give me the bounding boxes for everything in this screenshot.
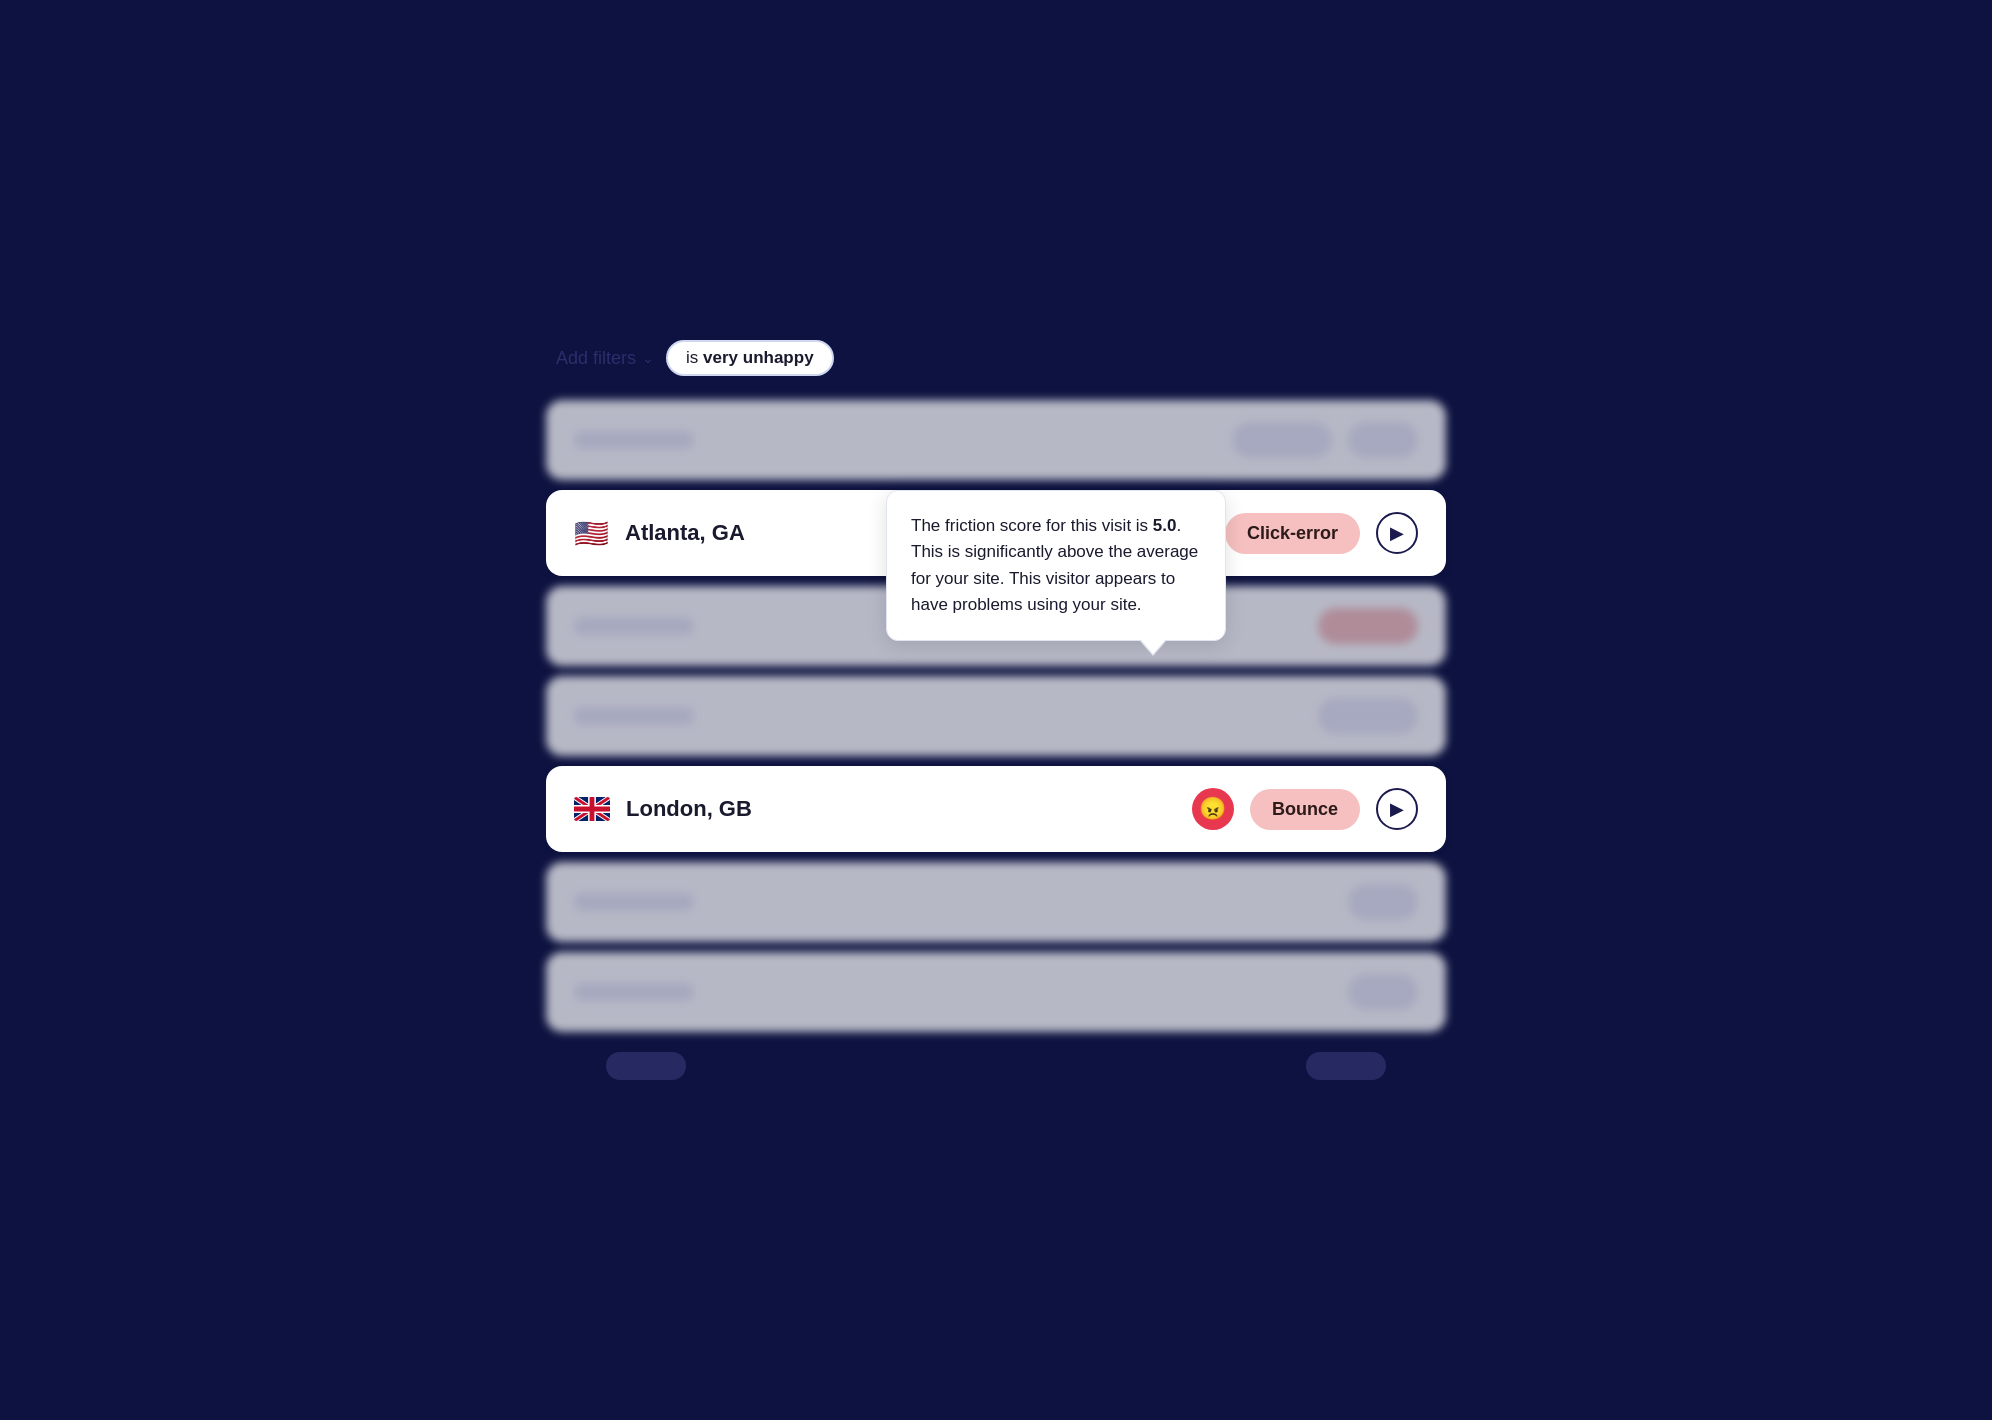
blurred-location xyxy=(574,431,694,449)
add-filters-button[interactable]: Add filters ⌄ xyxy=(556,348,654,369)
gb-flag-icon xyxy=(574,797,610,821)
location-label: London, GB xyxy=(626,796,1176,822)
blurred-badge xyxy=(1232,422,1332,458)
list-item xyxy=(546,862,1446,942)
scroll-indicators xyxy=(546,1042,1446,1080)
play-button[interactable]: ▶ xyxy=(1376,788,1418,830)
tooltip-score: 5.0 xyxy=(1153,516,1177,535)
filter-bar: Add filters ⌄ is very unhappy xyxy=(546,340,1446,376)
filter-value: very unhappy xyxy=(703,348,814,367)
blurred-badge-sm xyxy=(1348,422,1418,458)
add-filters-label: Add filters xyxy=(556,348,636,369)
blurred-badge-sm xyxy=(1348,974,1418,1010)
list-item xyxy=(546,400,1446,480)
blurred-badge xyxy=(1318,608,1418,644)
main-container: Add filters ⌄ is very unhappy The fricti… xyxy=(546,340,1446,1080)
blurred-location xyxy=(574,983,694,1001)
blurred-badge xyxy=(1318,698,1418,734)
tooltip-text-before: The friction score for this visit is xyxy=(911,516,1153,535)
click-error-badge[interactable]: Click-error xyxy=(1225,513,1360,554)
list-item xyxy=(546,676,1446,756)
blurred-badge-sm xyxy=(1348,884,1418,920)
chevron-down-icon: ⌄ xyxy=(642,350,654,366)
tooltip-wrapper: The friction score for this visit is 5.0… xyxy=(886,490,1226,641)
friction-score-tooltip: The friction score for this visit is 5.0… xyxy=(886,490,1226,641)
angry-emoji: 😠 xyxy=(1199,796,1226,822)
bounce-badge[interactable]: Bounce xyxy=(1250,789,1360,830)
list-item: London, GB 😠 Bounce ▶ xyxy=(546,766,1446,852)
active-filter-tag[interactable]: is very unhappy xyxy=(666,340,834,376)
sentiment-icon: 😠 xyxy=(1192,788,1234,830)
scroll-pill-right xyxy=(1306,1052,1386,1080)
blurred-location xyxy=(574,617,694,635)
us-flag-icon: 🇺🇸 xyxy=(574,517,609,550)
play-button[interactable]: ▶ xyxy=(1376,512,1418,554)
blurred-location xyxy=(574,893,694,911)
filter-prefix: is xyxy=(686,348,703,367)
rows-wrapper: The friction score for this visit is 5.0… xyxy=(546,400,1446,1032)
blurred-location xyxy=(574,707,694,725)
list-item xyxy=(546,952,1446,1032)
scroll-pill-left xyxy=(606,1052,686,1080)
